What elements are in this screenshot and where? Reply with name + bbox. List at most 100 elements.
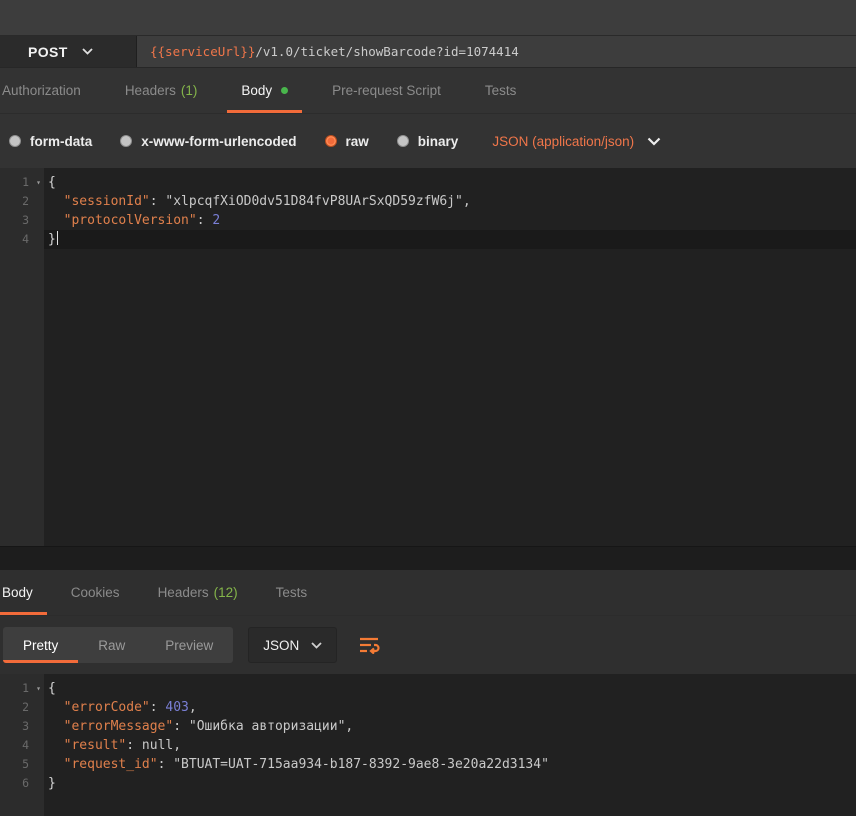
binary-label: binary	[417, 133, 459, 149]
line-number: 2	[22, 194, 29, 208]
json-comma: ,	[462, 194, 471, 209]
line-number: 6	[22, 776, 29, 790]
code-content: "request_id": "BTUAT=UAT-715aa934-b187-8…	[44, 755, 856, 774]
tab-body[interactable]: Body	[227, 68, 302, 113]
gutter: 3	[0, 211, 44, 230]
pane-resize-handle[interactable]	[0, 546, 856, 570]
code-line: 1 ▾ {	[0, 173, 856, 192]
json-comma: ,	[173, 738, 182, 753]
code-line: 2 "sessionId": "xlpcqfXiOD0dv51D84fvP8UA…	[0, 192, 856, 211]
code-content: {	[44, 173, 856, 192]
format-chevron-icon	[311, 641, 322, 649]
tab-tests-label: Tests	[484, 83, 517, 98]
mode-x-www-form-urlencoded[interactable]: x-www-form-urlencoded	[120, 133, 297, 149]
json-comma: ,	[188, 700, 197, 715]
json-key: "request_id"	[63, 757, 158, 772]
json-brace: }	[48, 776, 56, 791]
gutter: 6	[0, 774, 44, 793]
body-mode-row: form-data x-www-form-urlencoded raw bina…	[0, 114, 856, 168]
code-content: "errorCode": 403,	[44, 698, 856, 717]
tab-response-tests[interactable]: Tests	[276, 570, 308, 615]
json-number: 403	[165, 700, 189, 715]
code-line: 3 "errorMessage": "Ошибка авторизации",	[0, 717, 856, 736]
response-format-label: JSON	[263, 637, 300, 653]
json-null: null	[141, 738, 174, 753]
response-format-dropdown[interactable]: JSON	[248, 627, 338, 663]
mode-raw[interactable]: raw	[324, 134, 369, 149]
json-number: 2	[212, 213, 221, 228]
form-data-label: form-data	[30, 133, 93, 149]
tab-response-tests-label: Tests	[275, 585, 308, 600]
radio-form-data-icon	[9, 135, 21, 147]
tab-headers[interactable]: Headers (1)	[125, 68, 198, 113]
tab-cookies[interactable]: Cookies	[71, 570, 120, 615]
content-type-label: JSON (application/json)	[492, 133, 635, 149]
body-status-dot-icon	[281, 87, 289, 94]
request-tabs: Authorization Headers (1) Body Pre-reque…	[0, 68, 856, 114]
code-line-current: 4 }	[0, 230, 856, 249]
pretty-button[interactable]: Pretty	[3, 627, 79, 663]
url-path: /v1.0/ticket/showBarcode?id=1074414	[255, 44, 519, 59]
url-variable: {{serviceUrl}}	[150, 44, 256, 59]
code-line: 3 "protocolVersion": 2	[0, 211, 856, 230]
url-input[interactable]: {{serviceUrl}}/v1.0/ticket/showBarcode?i…	[137, 36, 856, 67]
text-cursor	[56, 231, 58, 245]
gutter: 4	[0, 230, 44, 249]
line-number: 1	[22, 681, 29, 695]
radio-raw-selected-icon	[324, 135, 337, 147]
gutter: 1 ▾	[0, 679, 44, 698]
fold-caret-icon[interactable]: ▾	[36, 174, 41, 191]
json-comma: ,	[345, 719, 354, 734]
gutter: 5	[0, 755, 44, 774]
wrap-lines-button[interactable]	[352, 628, 386, 662]
tab-headers-label: Headers	[124, 83, 176, 98]
method-selector[interactable]: POST	[0, 36, 137, 67]
json-brace: {	[48, 175, 56, 190]
preview-label: Preview	[165, 637, 214, 653]
tab-response-body[interactable]: Body	[0, 570, 47, 615]
mode-form-data[interactable]: form-data	[9, 134, 92, 149]
response-headers-count-badge: (12)	[213, 585, 238, 600]
method-label: POST	[28, 43, 68, 60]
code-line: 6 }	[0, 774, 856, 793]
json-string: "xlpcqfXiOD0dv51D84fvP8UArSxQD59zfW6j"	[165, 194, 463, 209]
tab-authorization[interactable]: Authorization	[2, 68, 81, 113]
code-content: }	[44, 230, 856, 249]
tab-response-headers-label: Headers	[157, 585, 209, 600]
json-separator: :	[149, 194, 166, 209]
json-separator: :	[157, 757, 174, 772]
json-string: "Ошибка авторизации"	[188, 719, 346, 734]
urlencoded-label: x-www-form-urlencoded	[141, 133, 297, 149]
code-line: 1 ▾ {	[0, 679, 856, 698]
method-chevron-icon	[82, 48, 93, 55]
code-content: "result": null,	[44, 736, 856, 755]
raw-button[interactable]: Raw	[78, 627, 145, 663]
response-toolbar: Pretty Raw Preview JSON	[0, 616, 856, 674]
request-body-editor[interactable]: 1 ▾ { 2 "sessionId": "xlpcqfXiOD0dv51D84f…	[0, 168, 856, 546]
tab-authorization-label: Authorization	[2, 83, 81, 98]
preview-button[interactable]: Preview	[145, 627, 233, 663]
tab-body-label: Body	[241, 83, 273, 98]
content-type-selector[interactable]: JSON (application/json)	[492, 134, 661, 149]
json-key: "result"	[63, 738, 127, 753]
headers-count-badge: (1)	[180, 83, 198, 98]
mode-binary[interactable]: binary	[396, 133, 459, 149]
tab-pre-request-script-label: Pre-request Script	[332, 83, 441, 98]
gutter: 3	[0, 717, 44, 736]
json-separator: :	[126, 738, 142, 753]
line-number: 5	[22, 757, 29, 771]
code-content: {	[44, 679, 856, 698]
response-body-editor: 1 ▾ { 2 "errorCode": 403, 3 "errorMessage…	[0, 674, 856, 816]
request-url-bar: POST {{serviceUrl}}/v1.0/ticket/showBarc…	[0, 36, 856, 68]
tab-response-headers[interactable]: Headers (12)	[158, 570, 238, 615]
code-content: "protocolVersion": 2	[44, 211, 856, 230]
tab-pre-request-script[interactable]: Pre-request Script	[332, 68, 441, 113]
raw-label: Raw	[98, 637, 126, 653]
tab-tests[interactable]: Tests	[485, 68, 517, 113]
code-content: "sessionId": "xlpcqfXiOD0dv51D84fvP8UArS…	[44, 192, 856, 211]
gutter: 2	[0, 698, 44, 717]
fold-caret-icon[interactable]: ▾	[36, 680, 41, 697]
code-line: 5 "request_id": "BTUAT=UAT-715aa934-b187…	[0, 755, 856, 774]
json-separator: :	[149, 700, 166, 715]
code-content: "errorMessage": "Ошибка авторизации",	[44, 717, 856, 736]
